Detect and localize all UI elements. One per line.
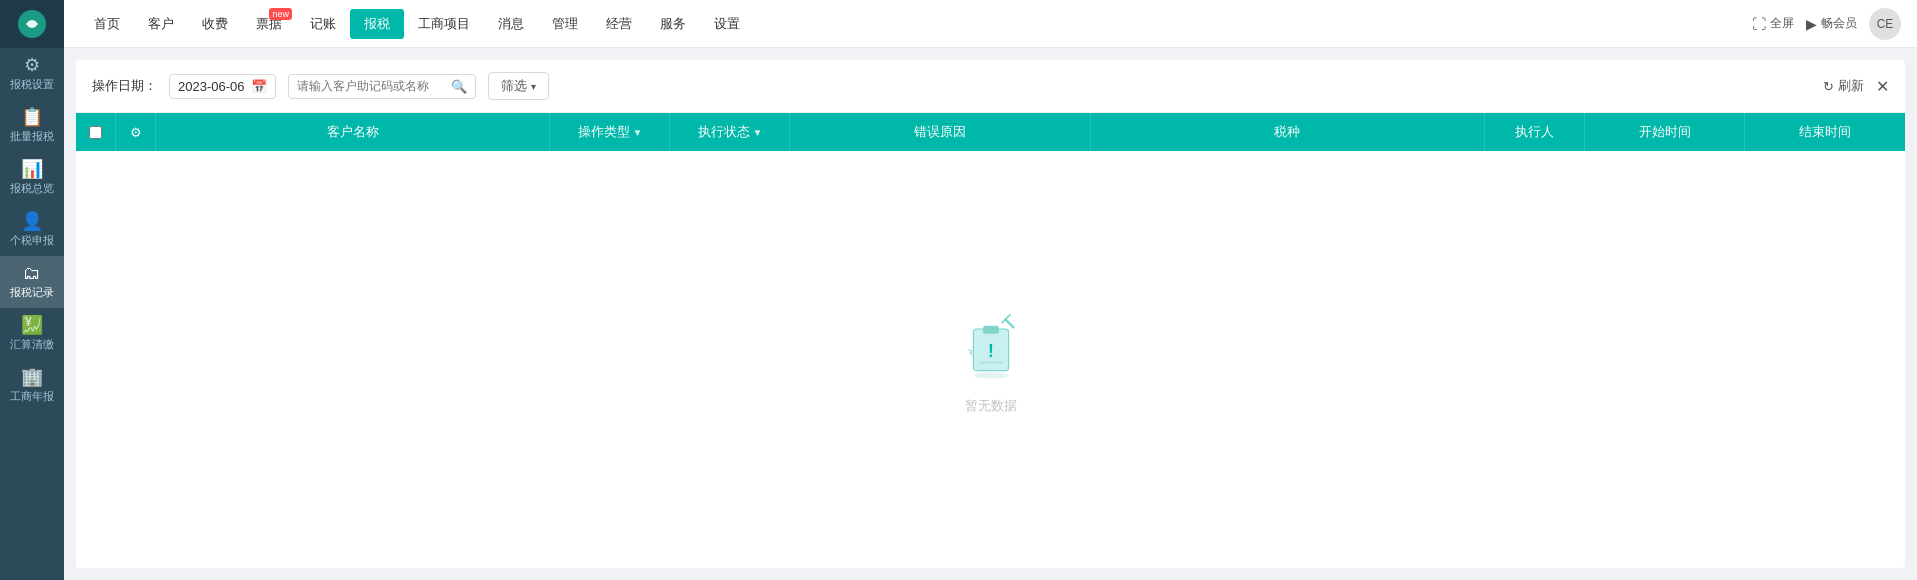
optype-filter-icon: ▼	[633, 127, 643, 138]
nav-invoice[interactable]: 票据 new	[242, 0, 296, 48]
th-endtime: 结束时间	[1745, 113, 1905, 151]
th-checkbox[interactable]	[76, 113, 116, 151]
svg-point-8	[969, 350, 974, 355]
calendar-icon: 📅	[251, 79, 267, 94]
user-avatar[interactable]: CE	[1869, 8, 1901, 40]
chevron-down-icon: ▾	[531, 81, 536, 92]
sidebar-item-tax-summary[interactable]: 📊 报税总览	[0, 152, 64, 204]
sidebar-item-label: 工商年报	[10, 389, 54, 404]
content-area: 操作日期： 2023-06-06 📅 🔍 筛选 ▾ ↻ 刷新	[64, 48, 1917, 580]
nav-accounting[interactable]: 记账	[296, 0, 350, 48]
th-status[interactable]: 执行状态 ▼	[670, 113, 790, 151]
filter-label: 筛选	[501, 77, 527, 95]
toolbar-right: ↻ 刷新 ✕	[1823, 77, 1889, 96]
sidebar-item-batch-tax[interactable]: 📋 批量报税	[0, 100, 64, 152]
nav-client[interactable]: 客户	[134, 0, 188, 48]
refresh-icon: ↻	[1823, 79, 1834, 94]
nav-settings[interactable]: 设置	[700, 0, 754, 48]
nav-finance[interactable]: 经营	[592, 0, 646, 48]
th-error: 错误原因	[790, 113, 1090, 151]
nav-billing[interactable]: 收费	[188, 0, 242, 48]
tax-record-icon: 🗂	[23, 264, 41, 282]
main-area: 首页 客户 收费 票据 new 记账 报税 工商项目 消息 管理 经营 服务 设…	[64, 0, 1917, 580]
fullscreen-button[interactable]: ⛶ 全屏	[1752, 15, 1794, 32]
batch-tax-icon: 📋	[21, 108, 43, 126]
sidebar-item-tax-record[interactable]: 🗂 报税记录	[0, 256, 64, 308]
date-input[interactable]: 2023-06-06 📅	[169, 74, 276, 99]
settlement-icon: 💹	[21, 316, 43, 334]
date-value: 2023-06-06	[178, 79, 245, 94]
sidebar: ⚙ 报税设置 📋 批量报税 📊 报税总览 👤 个税申报 🗂 报税记录 💹 汇算清…	[0, 0, 64, 580]
tax-summary-icon: 📊	[21, 160, 43, 178]
table-body: ! 暂无数据	[76, 151, 1905, 568]
member-icon: ▶	[1806, 16, 1817, 32]
annual-report-icon: 🏢	[21, 368, 43, 386]
search-input[interactable]	[297, 79, 447, 93]
th-taxtype: 税种	[1091, 113, 1485, 151]
personal-tax-icon: 👤	[21, 212, 43, 230]
th-starttime: 开始时间	[1585, 113, 1745, 151]
sidebar-item-label: 个税申报	[10, 233, 54, 248]
refresh-button[interactable]: ↻ 刷新	[1823, 77, 1864, 95]
th-optype[interactable]: 操作类型 ▼	[550, 113, 670, 151]
settings-icon: ⚙	[130, 125, 142, 140]
new-badge: new	[269, 8, 292, 21]
status-filter-icon: ▼	[753, 127, 763, 138]
sidebar-item-tax-settings[interactable]: ⚙ 报税设置	[0, 48, 64, 100]
sidebar-item-label: 报税设置	[10, 77, 54, 92]
empty-state-icon: !	[951, 305, 1031, 385]
member-label: 畅会员	[1821, 15, 1857, 32]
topnav-right: ⛶ 全屏 ▶ 畅会员 CE	[1752, 8, 1901, 40]
table-wrapper: ⚙ 客户名称 操作类型 ▼ 执行状态 ▼ 错误原因	[76, 113, 1905, 568]
svg-point-7	[973, 372, 1008, 378]
sidebar-item-settlement[interactable]: 💹 汇算清缴	[0, 308, 64, 360]
nav-manage[interactable]: 管理	[538, 0, 592, 48]
th-executor: 执行人	[1485, 113, 1585, 151]
search-input-wrap[interactable]: 🔍	[288, 74, 476, 99]
user-initial: CE	[1877, 17, 1894, 31]
refresh-label: 刷新	[1838, 77, 1864, 95]
nav-items: 首页 客户 收费 票据 new 记账 报税 工商项目 消息 管理 经营 服务 设…	[80, 0, 1752, 48]
sidebar-logo	[0, 0, 64, 48]
member-button[interactable]: ▶ 畅会员	[1806, 15, 1857, 32]
nav-business[interactable]: 工商项目	[404, 0, 484, 48]
svg-line-9	[968, 349, 971, 350]
tax-settings-icon: ⚙	[24, 56, 40, 74]
th-settings[interactable]: ⚙	[116, 113, 156, 151]
sidebar-item-label: 汇算清缴	[10, 337, 54, 352]
nav-home[interactable]: 首页	[80, 0, 134, 48]
sidebar-item-personal-tax[interactable]: 👤 个税申报	[0, 204, 64, 256]
table-header: ⚙ 客户名称 操作类型 ▼ 执行状态 ▼ 错误原因	[76, 113, 1905, 151]
search-icon: 🔍	[451, 79, 467, 94]
svg-line-1	[1005, 319, 1013, 327]
svg-rect-4	[983, 325, 999, 333]
nav-message[interactable]: 消息	[484, 0, 538, 48]
close-button[interactable]: ✕	[1876, 77, 1889, 96]
filter-button[interactable]: 筛选 ▾	[488, 72, 549, 100]
sidebar-item-label: 报税记录	[10, 285, 54, 300]
select-all-checkbox[interactable]	[89, 126, 102, 139]
date-label: 操作日期：	[92, 77, 157, 95]
nav-tax[interactable]: 报税	[350, 9, 404, 39]
toolbar: 操作日期： 2023-06-06 📅 🔍 筛选 ▾ ↻ 刷新	[76, 60, 1905, 113]
sidebar-item-annual-report[interactable]: 🏢 工商年报	[0, 360, 64, 412]
sidebar-item-label: 报税总览	[10, 181, 54, 196]
sidebar-item-label: 批量报税	[10, 129, 54, 144]
fullscreen-icon: ⛶	[1752, 16, 1766, 32]
nav-service[interactable]: 服务	[646, 0, 700, 48]
th-client: 客户名称	[156, 113, 550, 151]
empty-text: 暂无数据	[965, 397, 1017, 415]
fullscreen-label: 全屏	[1770, 15, 1794, 32]
top-navigation: 首页 客户 收费 票据 new 记账 报税 工商项目 消息 管理 经营 服务 设…	[64, 0, 1917, 48]
svg-text:!: !	[988, 341, 994, 361]
content-panel: 操作日期： 2023-06-06 📅 🔍 筛选 ▾ ↻ 刷新	[76, 60, 1905, 568]
